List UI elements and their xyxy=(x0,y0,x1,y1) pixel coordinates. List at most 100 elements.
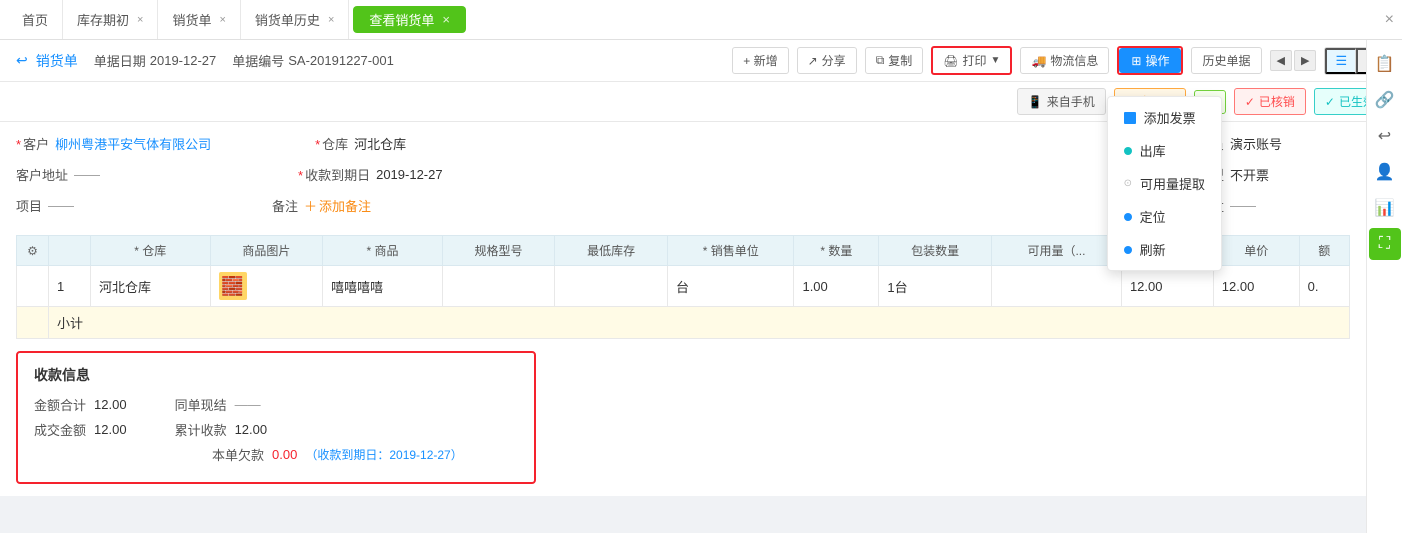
list-view-btn[interactable]: ☰ xyxy=(1325,48,1356,74)
locate-icon xyxy=(1124,213,1132,221)
settings-icon[interactable]: ⚙ xyxy=(27,244,38,258)
print-dropdown-arrow: ▼ xyxy=(991,55,1001,66)
from-phone-btn[interactable]: 📱 来自手机 xyxy=(1017,88,1106,115)
subtotal-label: 小计 xyxy=(49,307,1350,339)
due-date-text: （收款到期日：2019-12-27） xyxy=(305,446,462,463)
row-amount: 0. xyxy=(1299,266,1349,307)
payment-row-3: 本单欠款 0.00 （收款到期日：2019-12-27） xyxy=(34,445,518,464)
doc-date-field: 单据日期 2019-12-27 xyxy=(94,51,217,70)
col-available: 可用量（... xyxy=(992,236,1122,266)
row-image: 🧱 xyxy=(210,266,323,307)
close-tab-history[interactable]: × xyxy=(328,14,334,26)
tab-bar-close-btn[interactable]: × xyxy=(1385,11,1394,29)
dropdown-outbound[interactable]: 出库 xyxy=(1108,134,1221,167)
effect-check-icon: ✓ xyxy=(1325,95,1335,109)
col-warehouse: * 仓库 xyxy=(90,236,210,266)
ticket-value: 不开票 xyxy=(1230,165,1350,184)
col-qty: * 数量 xyxy=(794,236,879,266)
truck-icon: 🚚 xyxy=(1031,54,1046,68)
close-tab-inventory[interactable]: × xyxy=(137,14,143,26)
tab-sales-order[interactable]: 销货单 × xyxy=(158,0,240,39)
prev-btn[interactable]: ◀ xyxy=(1270,50,1292,71)
print-btn-highlight: 🖨 打印 ▼ xyxy=(931,46,1012,75)
due-date-value: 2019-12-27 xyxy=(389,448,450,462)
sidebar-expand-icon[interactable]: ⛶ xyxy=(1369,228,1401,260)
logistics-btn[interactable]: 🚚 物流信息 xyxy=(1020,47,1109,74)
dropdown-locate[interactable]: 定位 xyxy=(1108,200,1221,233)
print-btn[interactable]: 🖨 打印 ▼ xyxy=(933,48,1010,73)
deal-amount-label: 成交金额 xyxy=(34,420,86,439)
row-product: 嘻嘻嘻嘻 xyxy=(323,266,443,307)
tab-home[interactable]: 首页 xyxy=(8,0,63,39)
next-btn[interactable]: ▶ xyxy=(1294,50,1316,71)
close-tab-sales[interactable]: × xyxy=(219,14,225,26)
table-row: 1 河北仓库 🧱 嘻嘻嘻嘻 台 1.00 1台 12.00 12.00 0. xyxy=(17,266,1350,307)
payment-title: 收款信息 xyxy=(34,365,518,385)
sidebar-chart-icon[interactable]: 📊 xyxy=(1369,192,1401,224)
copy-icon: ⧉ xyxy=(876,53,885,68)
copy-btn[interactable]: ⧉ 复制 xyxy=(865,47,924,74)
new-btn[interactable]: + 新增 xyxy=(732,47,788,74)
tab-view-sales[interactable]: 查看销货单 × xyxy=(353,6,466,33)
col-spec: 规格型号 xyxy=(442,236,555,266)
add-note-btn[interactable]: ＋ 添加备注 xyxy=(304,196,371,215)
close-tab-view-sales[interactable]: × xyxy=(442,12,450,27)
payment-row-1: 金额合计 12.00 同单现结 —— xyxy=(34,395,518,414)
arrears-value: 0.00 xyxy=(272,447,297,462)
col-pack-qty: 包装数量 xyxy=(879,236,992,266)
warehouse-value: 河北仓库 xyxy=(354,134,474,153)
sold-btn[interactable]: ✓ 已核销 xyxy=(1234,88,1306,115)
customer-field: 客户 柳州粤港平安气体有限公司 xyxy=(16,134,211,153)
tab-sales-history[interactable]: 销货单历史 × xyxy=(241,0,349,39)
right-sidebar: 📋 🔗 ↩ 👤 📊 ⛶ xyxy=(1366,40,1402,533)
doc-number-field: 单据编号 SA-20191227-001 xyxy=(232,51,394,70)
doc-title-area: ↩ 销货单 xyxy=(16,51,78,71)
customer-value[interactable]: 柳州粤港平安气体有限公司 xyxy=(55,134,211,153)
number-label: 单据编号 xyxy=(232,51,284,70)
doc-icon: ↩ xyxy=(16,52,28,69)
sidebar-user-icon[interactable]: 👤 xyxy=(1369,156,1401,188)
tab-inventory-init[interactable]: 库存期初 × xyxy=(63,0,158,39)
phone-icon: 📱 xyxy=(1028,95,1043,109)
subtotal-settings xyxy=(17,307,49,339)
cumulative-item: 累计收款 12.00 xyxy=(175,420,268,439)
subtotal-row: 小计 xyxy=(17,307,1350,339)
cumulative-value: 12.00 xyxy=(235,422,268,437)
row-available xyxy=(992,266,1122,307)
row-qty: 1.00 xyxy=(794,266,879,307)
history-btn[interactable]: 历史单据 xyxy=(1191,47,1261,74)
same-order-label: 同单现结 xyxy=(175,395,227,414)
warehouse-label: 仓库 xyxy=(315,134,348,153)
deal-amount-item: 成交金额 12.00 xyxy=(34,420,127,439)
customer-label: 客户 xyxy=(16,134,49,153)
total-label: 金额合计 xyxy=(34,395,86,414)
row-current: 12.00 xyxy=(1121,266,1213,307)
date-value: 2019-12-27 xyxy=(150,53,217,68)
warehouse-field: 仓库 河北仓库 xyxy=(315,134,474,153)
sidebar-return-icon[interactable]: ↩ xyxy=(1369,120,1401,152)
operations-dropdown: 添加发票 出库 ⊙ 可用量提取 定位 刷新 xyxy=(1107,96,1222,271)
available-icon: ⊙ xyxy=(1124,178,1132,189)
address-label: 客户地址 xyxy=(16,165,68,184)
payment-date-label: 收款到期日 xyxy=(298,165,370,184)
sidebar-link-icon[interactable]: 🔗 xyxy=(1369,84,1401,116)
dropdown-available-pickup[interactable]: ⊙ 可用量提取 xyxy=(1108,167,1221,200)
col-product: * 商品 xyxy=(323,236,443,266)
operations-btn[interactable]: ⊞ 操作 xyxy=(1119,48,1181,73)
row-price: 12.00 xyxy=(1213,266,1299,307)
total-amount-item: 金额合计 12.00 xyxy=(34,395,127,414)
plus-icon: ＋ xyxy=(304,196,317,215)
operations-btn-highlight: ⊞ 操作 xyxy=(1117,46,1183,75)
sold-check-icon: ✓ xyxy=(1245,95,1255,109)
dropdown-add-invoice[interactable]: 添加发票 xyxy=(1108,101,1221,134)
share-btn[interactable]: ↗ 分享 xyxy=(797,47,857,74)
row-warehouse: 河北仓库 xyxy=(90,266,210,307)
project-field: 项目 —— xyxy=(16,196,168,215)
address-field: 客户地址 —— xyxy=(16,165,194,184)
dropdown-refresh[interactable]: 刷新 xyxy=(1108,233,1221,266)
col-price: 单价 xyxy=(1213,236,1299,266)
row-spec xyxy=(442,266,555,307)
doc-actions: + 新增 ↗ 分享 ⧉ 复制 🖨 打印 ▼ 🚚 物流信息 ⊞ 操作 xyxy=(732,46,1386,75)
row-pack-qty: 1台 xyxy=(879,266,992,307)
sidebar-note-icon[interactable]: 📋 xyxy=(1369,48,1401,80)
